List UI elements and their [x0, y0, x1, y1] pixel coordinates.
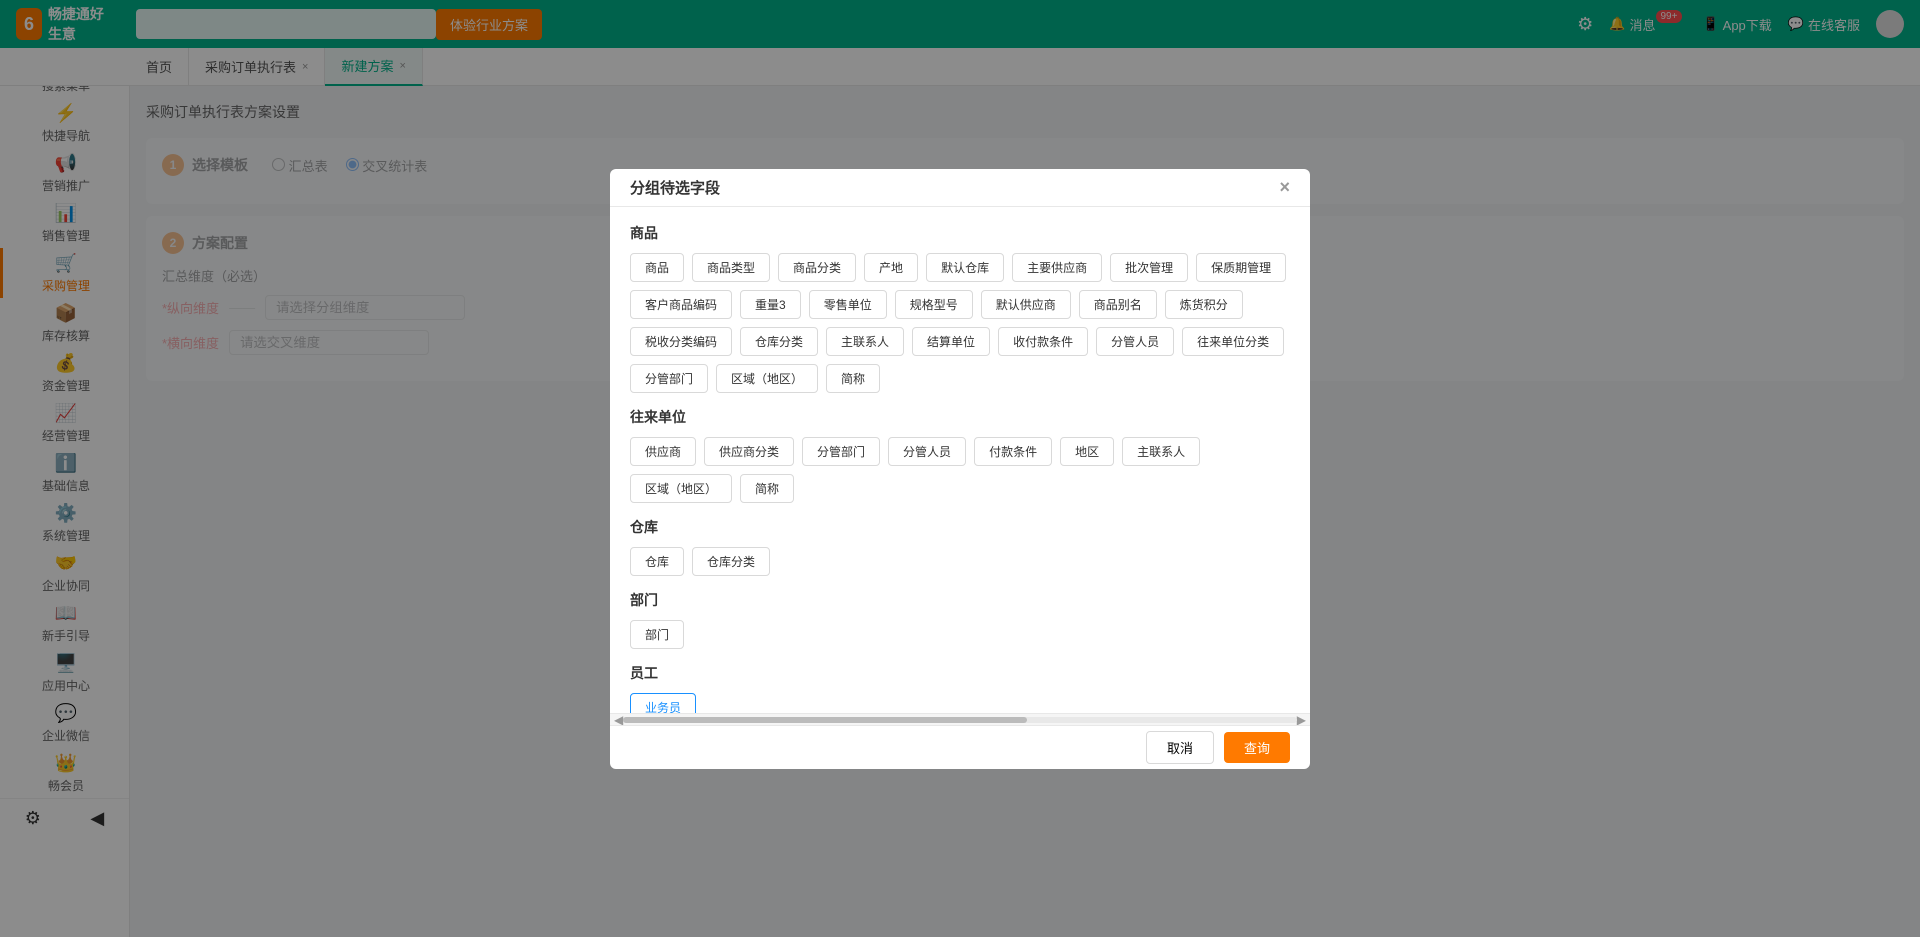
- modal-header: 分组待选字段 ×: [610, 169, 1310, 208]
- field-tag[interactable]: 付款条件: [974, 437, 1052, 466]
- modal-body[interactable]: 商品 商品 商品类型 商品分类 产地 默认仓库 主要供应商 批次管理 保质期管理…: [610, 207, 1310, 713]
- field-tag[interactable]: 仓库分类: [692, 547, 770, 576]
- field-tag[interactable]: 主要供应商: [1012, 253, 1102, 282]
- modal-footer: 取消 查询: [610, 725, 1310, 768]
- field-tag[interactable]: 主联系人: [1122, 437, 1200, 466]
- fields-grid-partner: 供应商 供应商分类 分管部门 分管人员 付款条件 地区 主联系人 区域（地区） …: [630, 437, 1290, 503]
- field-tag[interactable]: 默认仓库: [926, 253, 1004, 282]
- field-tag[interactable]: 分管部门: [630, 364, 708, 393]
- section-title-employee: 员工: [630, 663, 1290, 683]
- field-tag[interactable]: 供应商: [630, 437, 696, 466]
- field-tag[interactable]: 往来单位分类: [1182, 327, 1284, 356]
- field-tag[interactable]: 炼货积分: [1165, 290, 1243, 319]
- section-title-warehouse: 仓库: [630, 517, 1290, 537]
- fields-grid-employee: 业务员: [630, 693, 1290, 713]
- field-tag[interactable]: 区域（地区）: [716, 364, 818, 393]
- modal-overlay: 分组待选字段 × 商品 商品 商品类型 商品分类 产地 默认仓库 主要供应商 批…: [0, 0, 1920, 937]
- modal-field-selector: 分组待选字段 × 商品 商品 商品类型 商品分类 产地 默认仓库 主要供应商 批…: [610, 169, 1310, 769]
- field-tag[interactable]: 收付款条件: [998, 327, 1088, 356]
- field-tag[interactable]: 分管人员: [1096, 327, 1174, 356]
- hscroll-track[interactable]: [623, 717, 1297, 723]
- field-tag[interactable]: 默认供应商: [981, 290, 1071, 319]
- modal-title: 分组待选字段: [630, 177, 720, 198]
- field-tag[interactable]: 商品别名: [1079, 290, 1157, 319]
- section-title-partner: 往来单位: [630, 407, 1290, 427]
- field-tag[interactable]: 区域（地区）: [630, 474, 732, 503]
- field-tag[interactable]: 分管人员: [888, 437, 966, 466]
- field-tag[interactable]: 产地: [864, 253, 918, 282]
- field-tag[interactable]: 商品: [630, 253, 684, 282]
- field-tag[interactable]: 简称: [740, 474, 794, 503]
- fields-grid-dept: 部门: [630, 620, 1290, 649]
- field-tag[interactable]: 重量3: [740, 290, 801, 319]
- field-tag[interactable]: 税收分类编码: [630, 327, 732, 356]
- field-tag[interactable]: 地区: [1060, 437, 1114, 466]
- section-title-goods: 商品: [630, 223, 1290, 243]
- field-tag[interactable]: 保质期管理: [1196, 253, 1286, 282]
- field-tag[interactable]: 业务员: [630, 693, 696, 713]
- field-tag[interactable]: 简称: [826, 364, 880, 393]
- section-title-dept: 部门: [630, 590, 1290, 610]
- field-tag[interactable]: 客户商品编码: [630, 290, 732, 319]
- field-tag[interactable]: 结算单位: [912, 327, 990, 356]
- cancel-button[interactable]: 取消: [1146, 731, 1214, 764]
- field-tag[interactable]: 分管部门: [802, 437, 880, 466]
- field-tag[interactable]: 商品类型: [692, 253, 770, 282]
- fields-grid-goods: 商品 商品类型 商品分类 产地 默认仓库 主要供应商 批次管理 保质期管理 客户…: [630, 253, 1290, 393]
- fields-grid-warehouse: 仓库 仓库分类: [630, 547, 1290, 576]
- field-tag[interactable]: 部门: [630, 620, 684, 649]
- field-tag[interactable]: 仓库: [630, 547, 684, 576]
- field-tag[interactable]: 批次管理: [1110, 253, 1188, 282]
- hscroll-thumb: [623, 717, 1027, 723]
- field-tag[interactable]: 商品分类: [778, 253, 856, 282]
- field-tag[interactable]: 主联系人: [826, 327, 904, 356]
- field-tag[interactable]: 仓库分类: [740, 327, 818, 356]
- field-tag[interactable]: 零售单位: [809, 290, 887, 319]
- modal-close-btn[interactable]: ×: [1279, 177, 1290, 198]
- confirm-button[interactable]: 查询: [1224, 732, 1290, 763]
- field-tag[interactable]: 规格型号: [895, 290, 973, 319]
- modal-hscroll[interactable]: ◀ ▶: [610, 713, 1310, 725]
- field-tag[interactable]: 供应商分类: [704, 437, 794, 466]
